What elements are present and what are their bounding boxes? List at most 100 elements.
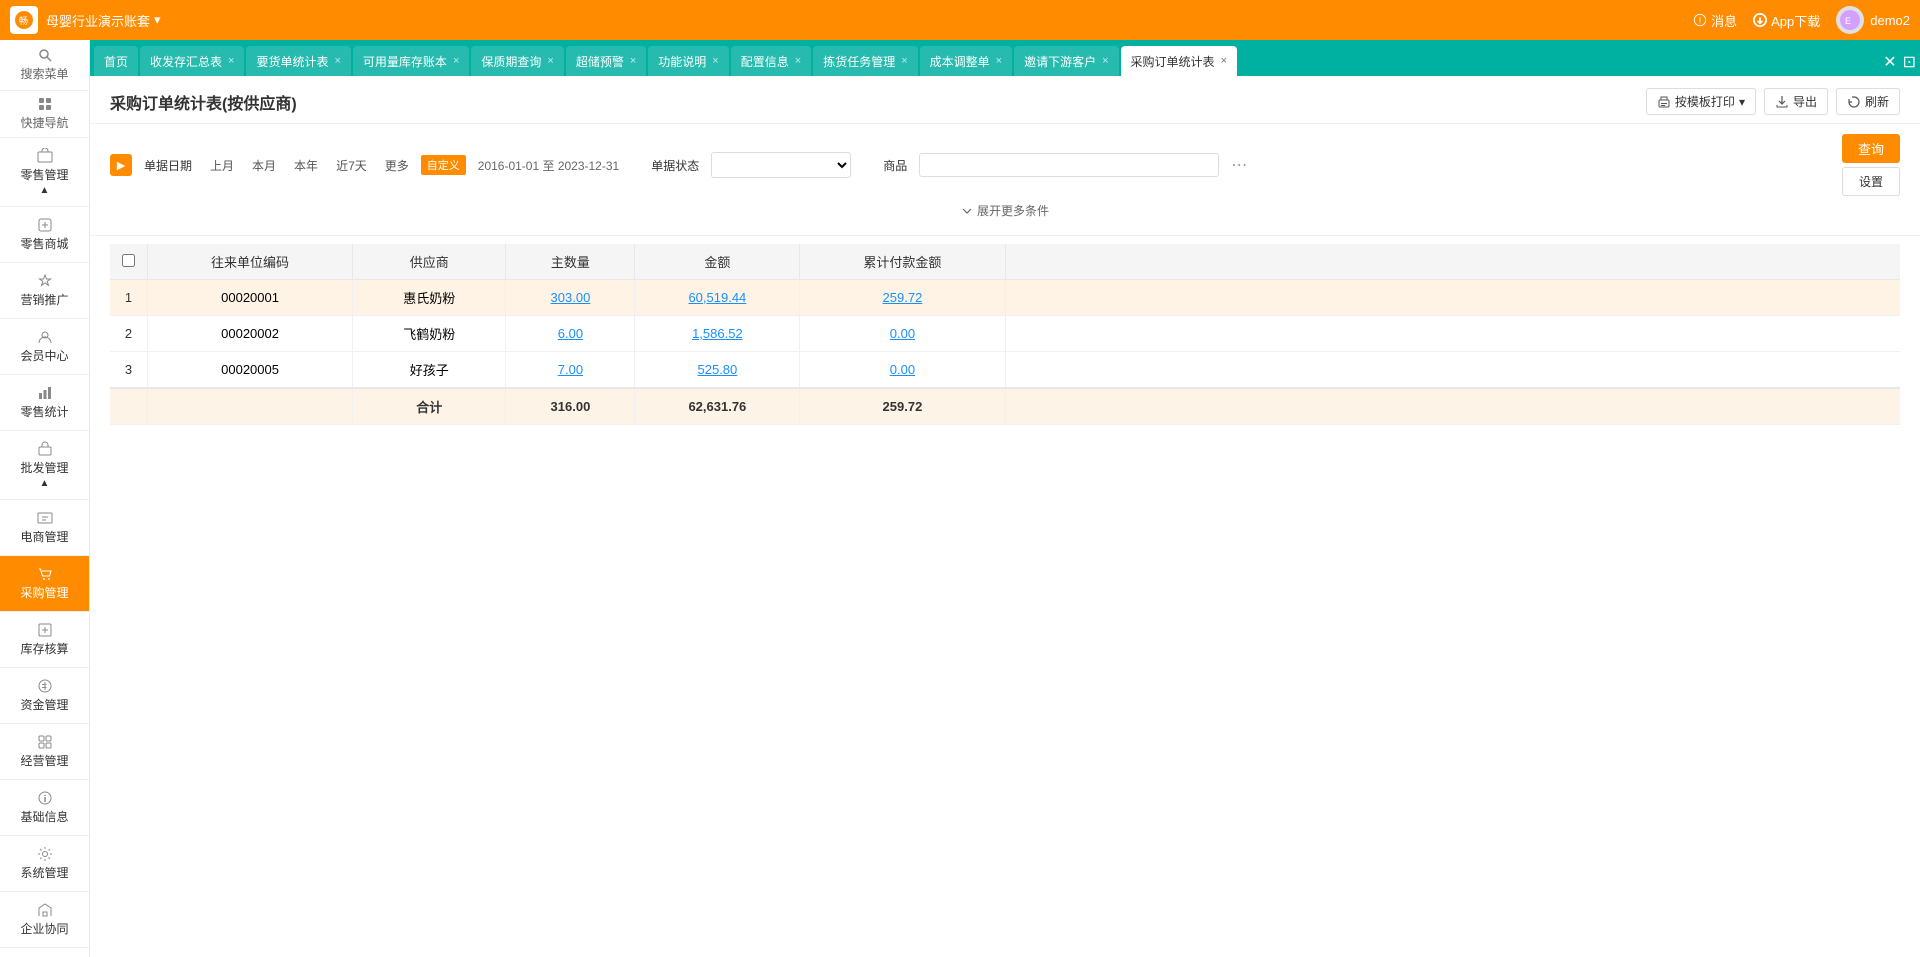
- date-filter-label: 单据日期: [144, 157, 192, 174]
- table-header-row: 往来单位编码 供应商 主数量 金额 累计付款金额: [110, 244, 1900, 280]
- sidebar-item-retail-mgmt[interactable]: 零售管理 ▲: [0, 138, 89, 207]
- row-supplier-1: 惠氏奶粉: [353, 280, 506, 316]
- tab-restore-btn[interactable]: ⊡: [1903, 52, 1916, 72]
- sidebar-item-retail-stats[interactable]: 零售统计: [0, 375, 89, 431]
- tab-close-config-info[interactable]: ×: [795, 55, 801, 67]
- tab-close-receive-summary[interactable]: ×: [228, 55, 234, 67]
- col-qty: 主数量: [506, 244, 635, 280]
- tab-close-order-stats[interactable]: ×: [334, 55, 340, 67]
- tab-cost-adjust[interactable]: 成本调整单 ×: [920, 46, 1012, 76]
- col-checkbox: [110, 244, 148, 280]
- sidebar-quick-nav[interactable]: 快捷导航: [0, 91, 89, 138]
- goods-more-btn[interactable]: ⋯: [1231, 155, 1247, 175]
- tab-close-purchase-order-stats[interactable]: ×: [1221, 55, 1227, 67]
- row-num-2: 2: [110, 316, 148, 352]
- col-supplier: 供应商: [353, 244, 506, 280]
- workspace-selector[interactable]: 母婴行业演示账套 ▾: [46, 11, 161, 30]
- date-option-this-month[interactable]: 本月: [246, 155, 282, 176]
- sidebar-item-new-guide[interactable]: 新手引导: [0, 948, 89, 957]
- tab-expiry-query[interactable]: 保质期查询 ×: [471, 46, 563, 76]
- row-amount-2: 1,586.52: [635, 316, 800, 352]
- sidebar-item-system[interactable]: 系统管理: [0, 836, 89, 892]
- sidebar-item-wholesale[interactable]: 批发管理 ▲: [0, 431, 89, 500]
- tab-purchase-order-stats[interactable]: 采购订单统计表 ×: [1121, 46, 1237, 76]
- tab-overstock-warning[interactable]: 超储预警 ×: [566, 46, 646, 76]
- tab-invite-downstream[interactable]: 邀请下游客户 ×: [1014, 46, 1118, 76]
- tab-close-available-inventory[interactable]: ×: [453, 55, 459, 67]
- page-title: 采购订单统计表(按供应商): [110, 90, 297, 114]
- app-download-btn[interactable]: App下载: [1753, 11, 1820, 30]
- export-btn[interactable]: 导出: [1764, 88, 1828, 115]
- col-paid: 累计付款金额: [800, 244, 1005, 280]
- footer-paid: 259.72: [800, 388, 1005, 425]
- refresh-btn[interactable]: 刷新: [1836, 88, 1900, 115]
- table-container: 往来单位编码 供应商 主数量 金额 累计付款金额 1 00020001 惠氏奶: [90, 244, 1920, 445]
- tab-close-overstock-warning[interactable]: ×: [630, 55, 636, 67]
- tab-close-invite-downstream[interactable]: ×: [1102, 55, 1108, 67]
- row-num-1: 1: [110, 280, 148, 316]
- footer-qty: 316.00: [506, 388, 635, 425]
- action-buttons: 查询 设置: [1842, 134, 1900, 196]
- query-btn[interactable]: 查询: [1842, 134, 1900, 163]
- row-qty-3: 7.00: [506, 352, 635, 389]
- top-bar-right: 消息 App下载 E demo2: [1693, 6, 1910, 34]
- sidebar-item-retail-mall[interactable]: 零售商城: [0, 207, 89, 263]
- sidebar-item-marketing[interactable]: 营销推广: [0, 263, 89, 319]
- filter-area: ► 单据日期 上月 本月 本年 近7天 更多 自定义 2016-01-01 至 …: [90, 124, 1920, 236]
- date-option-more[interactable]: 更多: [379, 155, 415, 176]
- sidebar-item-basic-info[interactable]: 基础信息: [0, 780, 89, 836]
- tab-home[interactable]: 首页: [94, 46, 138, 76]
- date-custom-badge[interactable]: 自定义: [421, 155, 466, 175]
- avatar: E: [1836, 6, 1864, 34]
- table-row: 1 00020001 惠氏奶粉 303.00 60,519.44 259.72: [110, 280, 1900, 316]
- row-supplier-2: 飞鹤奶粉: [353, 316, 506, 352]
- svg-text:E: E: [1845, 16, 1851, 26]
- table-body: 1 00020001 惠氏奶粉 303.00 60,519.44 259.72 …: [110, 280, 1900, 389]
- filter-toggle-btn[interactable]: ►: [110, 154, 132, 176]
- tab-close-function-desc[interactable]: ×: [712, 55, 718, 67]
- col-extra: [1005, 244, 1900, 280]
- tab-available-inventory[interactable]: 可用量库存账本 ×: [353, 46, 469, 76]
- settings-btn[interactable]: 设置: [1842, 167, 1900, 196]
- top-bar-left: 畅 母婴行业演示账套 ▾: [10, 6, 161, 34]
- date-option-last-month[interactable]: 上月: [204, 155, 240, 176]
- tab-config-info[interactable]: 配置信息 ×: [731, 46, 811, 76]
- top-bar: 畅 母婴行业演示账套 ▾ 消息 App下载 E demo2: [0, 0, 1920, 40]
- user-avatar-area[interactable]: E demo2: [1836, 6, 1910, 34]
- date-option-this-year[interactable]: 本年: [288, 155, 324, 176]
- sidebar-item-member[interactable]: 会员中心: [0, 319, 89, 375]
- tab-bar: 首页 收发存汇总表 × 要货单统计表 × 可用量库存账本 × 保质期查询 × 超…: [90, 40, 1920, 76]
- date-option-last-7-days[interactable]: 近7天: [330, 155, 373, 176]
- tab-close-all-btn[interactable]: ✕: [1883, 52, 1896, 72]
- date-range-text: 2016-01-01 至 2023-12-31: [478, 157, 619, 174]
- tab-order-stats[interactable]: 要货单统计表 ×: [246, 46, 350, 76]
- print-btn[interactable]: 按模板打印 ▾: [1646, 88, 1756, 115]
- row-code-3: 00020005: [148, 352, 353, 389]
- sidebar-item-purchase[interactable]: 采购管理: [0, 556, 89, 612]
- sidebar: 搜索菜单 快捷导航 零售管理 ▲ 零售商城 营销推广 会员中心 零售统计: [0, 40, 90, 957]
- tab-pick-task[interactable]: 拣货任务管理 ×: [813, 46, 917, 76]
- data-table: 往来单位编码 供应商 主数量 金额 累计付款金额 1 00020001 惠氏奶: [110, 244, 1900, 425]
- row-qty-1: 303.00: [506, 280, 635, 316]
- col-code: 往来单位编码: [148, 244, 353, 280]
- tab-function-desc[interactable]: 功能说明 ×: [648, 46, 728, 76]
- tab-close-expiry-query[interactable]: ×: [547, 55, 553, 67]
- footer-row: 合计 316.00 62,631.76 259.72: [110, 388, 1900, 425]
- expand-more-btn[interactable]: 展开更多条件: [110, 196, 1900, 225]
- tab-close-pick-task[interactable]: ×: [901, 55, 907, 67]
- logo-icon: 畅: [10, 6, 38, 34]
- sidebar-item-finance[interactable]: 资金管理: [0, 668, 89, 724]
- tab-receive-summary[interactable]: 收发存汇总表 ×: [140, 46, 244, 76]
- tab-close-cost-adjust[interactable]: ×: [996, 55, 1002, 67]
- table-row: 3 00020005 好孩子 7.00 525.80 0.00: [110, 352, 1900, 389]
- sidebar-item-inventory[interactable]: 库存核算: [0, 612, 89, 668]
- message-btn[interactable]: 消息: [1693, 11, 1737, 30]
- status-select[interactable]: [711, 152, 851, 178]
- sidebar-search[interactable]: 搜索菜单: [0, 40, 89, 91]
- footer-label: 合计: [353, 388, 506, 425]
- sidebar-item-operations[interactable]: 经营管理: [0, 724, 89, 780]
- goods-input[interactable]: [919, 153, 1219, 177]
- sidebar-item-enterprise[interactable]: 企业协同: [0, 892, 89, 948]
- select-all-checkbox[interactable]: [122, 254, 135, 267]
- sidebar-item-ecommerce[interactable]: 电商管理: [0, 500, 89, 556]
